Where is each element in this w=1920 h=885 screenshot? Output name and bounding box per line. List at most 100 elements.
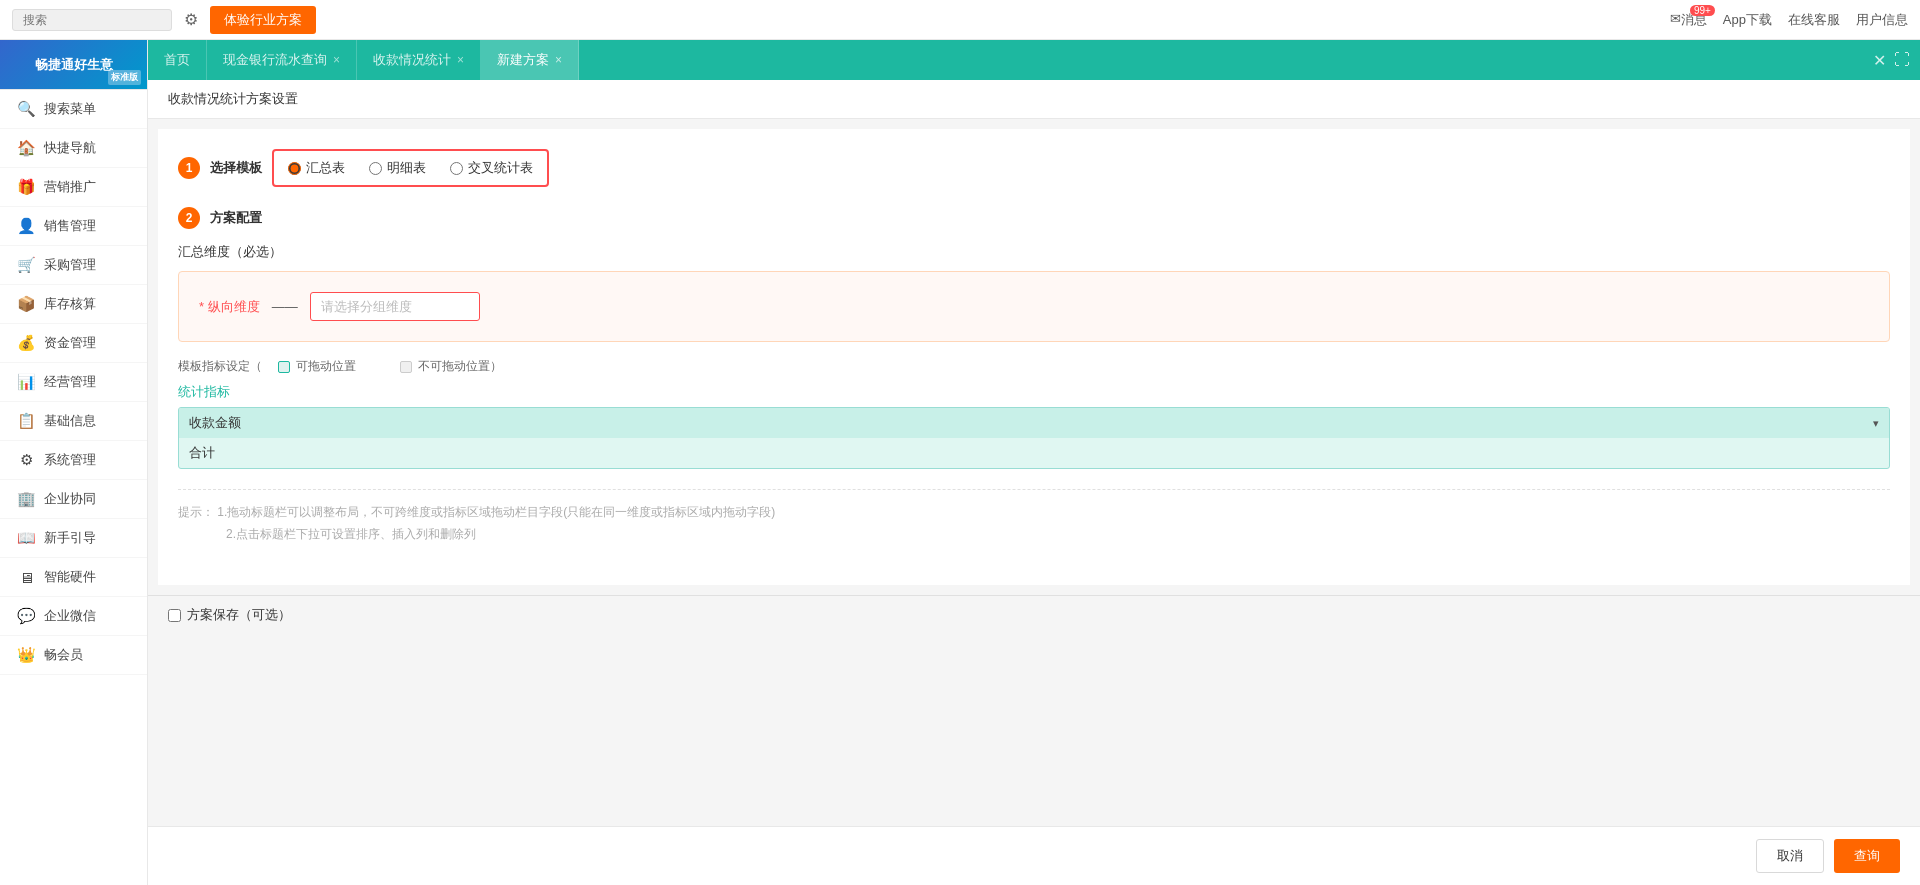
box-icon: 📦 — [16, 295, 36, 313]
sidebar-item-system[interactable]: ⚙ 系统管理 — [0, 441, 147, 480]
gear-icon[interactable]: ⚙ — [180, 6, 202, 33]
movable-legend: 可拖动位置 — [278, 358, 356, 375]
movable-label: 可拖动位置 — [296, 358, 356, 375]
dimension-select[interactable]: 请选择分组维度 — [310, 292, 480, 321]
sidebar-label-sales: 销售管理 — [44, 217, 96, 235]
main-layout: 畅捷通好生意 标准版 🔍 搜索菜单 🏠 快捷导航 🎁 营销推广 👤 销售管理 🛒… — [0, 40, 1920, 885]
monitor-icon: 🖥 — [16, 569, 36, 586]
dimension-arrow: —— — [272, 299, 298, 314]
step1-number: 1 — [178, 157, 200, 179]
settings-icon: ⚙ — [16, 451, 36, 469]
tab-receipt-stats-close[interactable]: × — [457, 53, 464, 67]
step1-header: 1 选择模板 汇总表 明细表 — [178, 149, 1890, 187]
step2-title: 方案配置 — [210, 209, 262, 227]
industry-btn[interactable]: 体验行业方案 — [210, 6, 316, 34]
dimension-config: 汇总维度（必选） * 纵向维度 —— 请选择分组维度 — [178, 243, 1890, 469]
sidebar-label-enterprise: 企业协同 — [44, 490, 96, 508]
movable-dot — [278, 361, 290, 373]
standard-tag: 标准版 — [108, 70, 141, 85]
radio-summary[interactable] — [288, 162, 301, 175]
bottom-bar: 方案保存（可选） — [148, 595, 1920, 634]
indicators-label: 模板指标设定（ 可拖动位置 不可拖动位置） — [178, 358, 1890, 375]
radio-cross[interactable] — [450, 162, 463, 175]
search-icon: 🔍 — [16, 100, 36, 118]
tab-expand-icon[interactable]: ⛶ — [1894, 51, 1910, 69]
logo-text: 畅捷通好生意 — [35, 56, 113, 74]
query-button[interactable]: 查询 — [1834, 839, 1900, 873]
template-option-summary[interactable]: 汇总表 — [288, 159, 345, 177]
indicator-dropdown-icon[interactable]: ▾ — [1873, 417, 1879, 430]
clipboard-icon: 📋 — [16, 412, 36, 430]
sidebar-item-enterprise[interactable]: 🏢 企业协同 — [0, 480, 147, 519]
fixed-dot — [400, 361, 412, 373]
tips-line2: 2.点击标题栏下拉可设置排序、插入列和删除列 — [178, 524, 1890, 546]
page-header: 收款情况统计方案设置 — [148, 80, 1920, 119]
radio-detail[interactable] — [369, 162, 382, 175]
save-option-label: 方案保存（可选） — [187, 606, 291, 624]
gift-icon: 🎁 — [16, 178, 36, 196]
tab-close-all-icon[interactable]: ✕ — [1873, 51, 1886, 70]
template-option-cross[interactable]: 交叉统计表 — [450, 159, 533, 177]
step2-section: 2 方案配置 汇总维度（必选） * 纵向维度 —— 请选择分组维度 — [178, 207, 1890, 545]
tab-bank-flow-label: 现金银行流水查询 — [223, 51, 327, 69]
save-option[interactable]: 方案保存（可选） — [168, 606, 1900, 624]
chat-icon: 💬 — [16, 607, 36, 625]
cancel-button[interactable]: 取消 — [1756, 839, 1824, 873]
tab-bank-flow[interactable]: 现金银行流水查询 × — [207, 40, 357, 80]
sidebar-item-wechat[interactable]: 💬 企业微信 — [0, 597, 147, 636]
step2-header: 2 方案配置 — [178, 207, 1890, 229]
indicator-row-text: 合计 — [189, 445, 215, 460]
indicator-card-header[interactable]: 收款金额 ▾ — [179, 408, 1889, 438]
sidebar-item-membership[interactable]: 👑 畅会员 — [0, 636, 147, 675]
radio-cross-label: 交叉统计表 — [468, 159, 533, 177]
tab-new-plan-label: 新建方案 — [497, 51, 549, 69]
dimension-row: * 纵向维度 —— 请选择分组维度 — [199, 292, 1869, 321]
template-options: 汇总表 明细表 交叉统计表 — [272, 149, 549, 187]
sidebar-item-purchase[interactable]: 🛒 采购管理 — [0, 246, 147, 285]
content-area: 首页 现金银行流水查询 × 收款情况统计 × 新建方案 × ✕ ⛶ — [148, 40, 1920, 885]
sidebar-item-basic-info[interactable]: 📋 基础信息 — [0, 402, 147, 441]
sidebar-label-search-menu: 搜索菜单 — [44, 100, 96, 118]
user-info[interactable]: 用户信息 — [1856, 11, 1908, 29]
step1-title: 选择模板 — [210, 159, 262, 177]
sidebar-item-finance[interactable]: 💰 资金管理 — [0, 324, 147, 363]
tab-receipt-stats[interactable]: 收款情况统计 × — [357, 40, 481, 80]
indicator-header-text: 收款金额 — [189, 414, 241, 432]
sidebar-item-hardware[interactable]: 🖥 智能硬件 — [0, 558, 147, 597]
app-download-btn[interactable]: App下载 — [1723, 11, 1772, 29]
sidebar-item-quick-nav[interactable]: 🏠 快捷导航 — [0, 129, 147, 168]
save-checkbox[interactable] — [168, 609, 181, 622]
chart-icon: 📊 — [16, 373, 36, 391]
online-service-btn[interactable]: 在线客服 — [1788, 11, 1840, 29]
sidebar-item-guide[interactable]: 📖 新手引导 — [0, 519, 147, 558]
fixed-legend: 不可拖动位置） — [400, 358, 502, 375]
notification-btn[interactable]: ✉ 消息 99+ — [1670, 11, 1707, 29]
top-bar: ⚙ 体验行业方案 ✉ 消息 99+ App下载 在线客服 用户信息 — [0, 0, 1920, 40]
sidebar-label-operations: 经营管理 — [44, 373, 96, 391]
sidebar-label-purchase: 采购管理 — [44, 256, 96, 274]
sidebar-item-sales[interactable]: 👤 销售管理 — [0, 207, 147, 246]
sidebar-item-marketing[interactable]: 🎁 营销推广 — [0, 168, 147, 207]
sidebar-label-inventory: 库存核算 — [44, 295, 96, 313]
radio-summary-label: 汇总表 — [306, 159, 345, 177]
search-input[interactable] — [12, 9, 172, 31]
crown-icon: 👑 — [16, 646, 36, 664]
tab-new-plan[interactable]: 新建方案 × — [481, 40, 579, 80]
sidebar-label-basic-info: 基础信息 — [44, 412, 96, 430]
tab-bank-flow-close[interactable]: × — [333, 53, 340, 67]
tab-new-plan-close[interactable]: × — [555, 53, 562, 67]
top-bar-left: ⚙ 体验行业方案 — [12, 6, 1670, 34]
tab-home[interactable]: 首页 — [148, 40, 207, 80]
tab-bar-actions: ✕ ⛶ — [1863, 40, 1920, 80]
vertical-dimension-label: * 纵向维度 — [199, 298, 260, 316]
sidebar-item-operations[interactable]: 📊 经营管理 — [0, 363, 147, 402]
stats-group-label: 统计指标 — [178, 383, 1890, 401]
sidebar-label-hardware: 智能硬件 — [44, 568, 96, 586]
sidebar-item-search-menu[interactable]: 🔍 搜索菜单 — [0, 90, 147, 129]
page-header-title: 收款情况统计方案设置 — [168, 91, 298, 106]
template-option-detail[interactable]: 明细表 — [369, 159, 426, 177]
sidebar-item-inventory[interactable]: 📦 库存核算 — [0, 285, 147, 324]
tab-home-label: 首页 — [164, 51, 190, 69]
tab-receipt-stats-label: 收款情况统计 — [373, 51, 451, 69]
indicators-section: 模板指标设定（ 可拖动位置 不可拖动位置） — [178, 358, 1890, 469]
